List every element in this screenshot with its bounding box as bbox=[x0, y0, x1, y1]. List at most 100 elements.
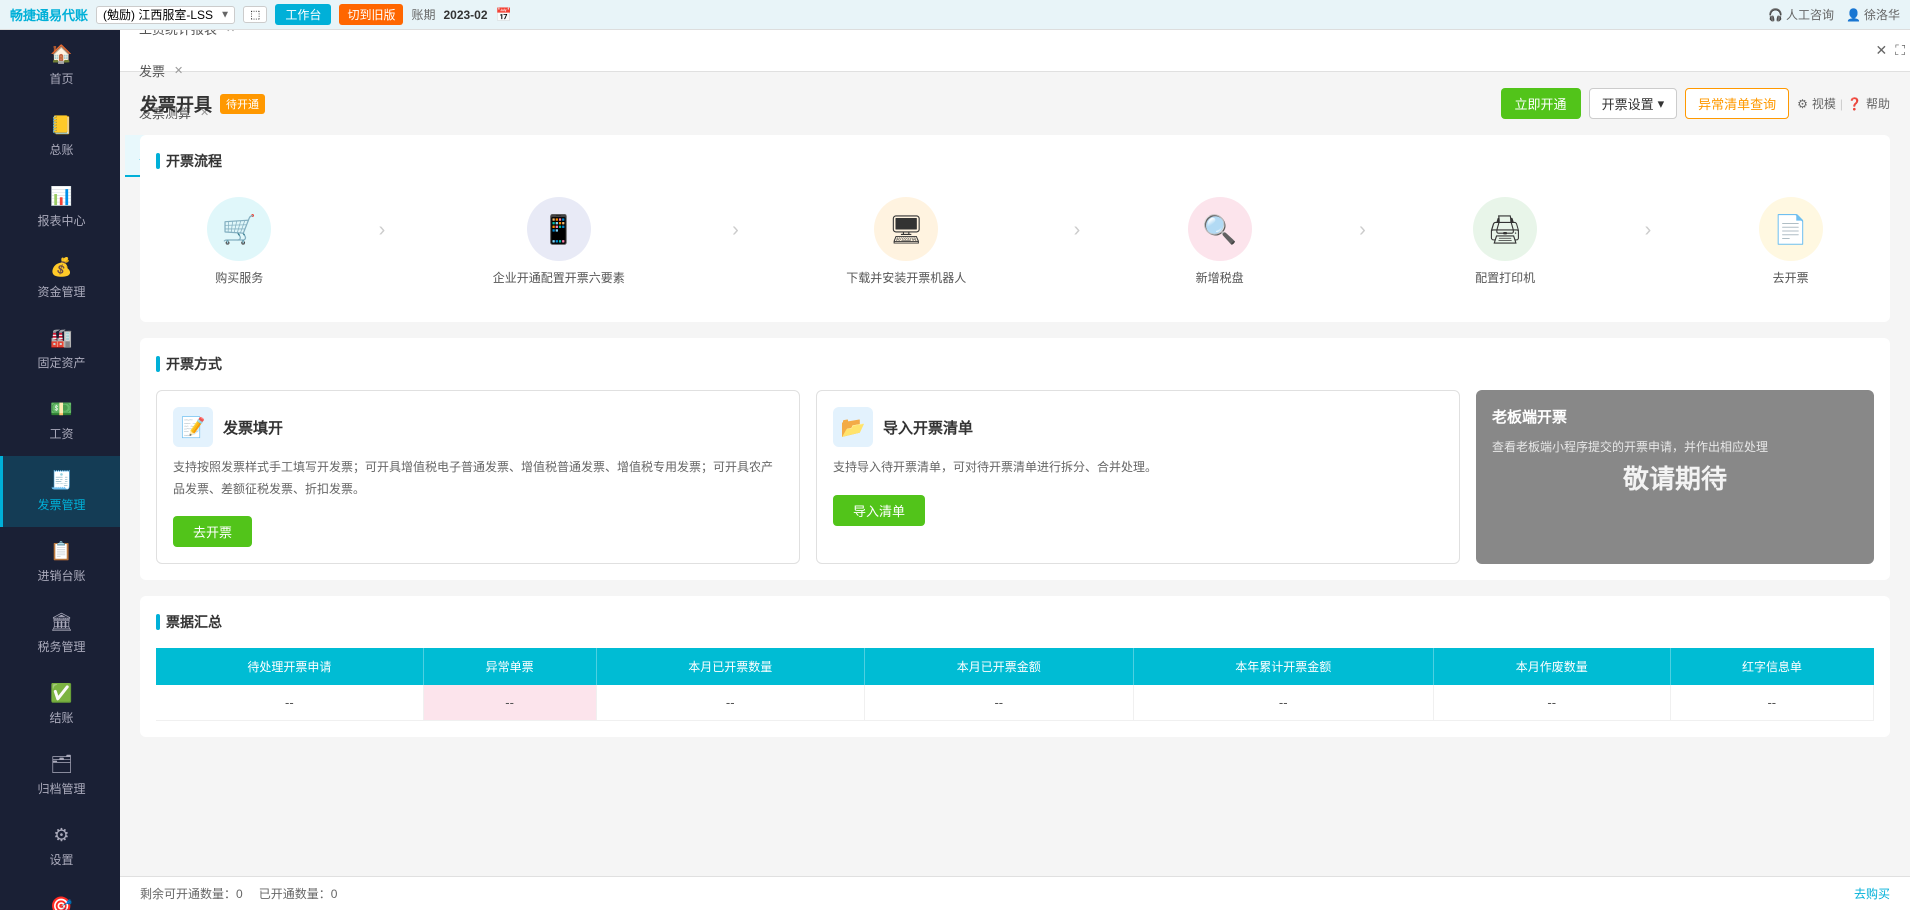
tab-close-payroll_report[interactable]: ✕ bbox=[226, 30, 235, 35]
sidebar-icon-reports: 📊 bbox=[50, 186, 72, 207]
page-title-wrap: 发票开具 待开通 bbox=[140, 91, 265, 117]
flow-step-printer[interactable]: 🖨 配置打印机 bbox=[1473, 197, 1537, 286]
sidebar-icon-funds: 💰 bbox=[50, 257, 72, 278]
old-version-button[interactable]: 切到旧版 bbox=[339, 4, 403, 25]
flow-step-icon-taxbox: 🔍 bbox=[1188, 197, 1252, 261]
summary-header: 本月已开票数量 bbox=[596, 648, 865, 685]
flow-step-label-buy: 购买服务 bbox=[215, 269, 263, 286]
service-button[interactable]: 🎧 人工咨询 bbox=[1768, 6, 1834, 23]
top-bar-left: 畅捷通易代账 (勉励) 江西服室-LSS ⬚ 工作台 切到旧版 账期 2023-… bbox=[10, 4, 512, 25]
flow-step-buy[interactable]: 🛒 购买服务 bbox=[207, 197, 271, 286]
page-header: 发票开具 待开通 立即开通 开票设置 ▾ 异常清单查询 ⚙ 视模 | ❓ bbox=[140, 88, 1890, 119]
sidebar-icon-archive: 🗂 bbox=[50, 754, 73, 775]
summary-header-row: 待处理开票申请异常单票本月已开票数量本月已开票金额本年累计开票金额本月作废数量红… bbox=[156, 648, 1874, 685]
tab-label-payroll_report: 工资统计报表 bbox=[139, 30, 217, 38]
flow-step-taxbox[interactable]: 🔍 新增税盘 bbox=[1188, 197, 1252, 286]
summary-header: 待处理开票申请 bbox=[156, 648, 423, 685]
top-bar-right: 🎧 人工咨询 👤 徐洛华 bbox=[1768, 6, 1900, 23]
close-tab-button[interactable]: ✕ bbox=[1875, 42, 1887, 59]
sidebar-item-purchase[interactable]: 📋进销台账 bbox=[0, 527, 120, 598]
avatar-icon: 👤 bbox=[1846, 8, 1861, 22]
summary-header: 本月作废数量 bbox=[1433, 648, 1670, 685]
abnormal-query-button[interactable]: 异常清单查询 bbox=[1685, 88, 1789, 119]
sidebar-item-payroll[interactable]: 💵工资 bbox=[0, 385, 120, 456]
sidebar-item-invoice[interactable]: 🧾 发票管理 bbox=[0, 456, 120, 527]
methods-section: 开票方式 📝 发票填开 支持按照发票样式手工填写开发票；可开具增值税电子普通发票… bbox=[140, 338, 1890, 580]
sidebar-item-funds[interactable]: 💰资金管理 bbox=[0, 243, 120, 314]
footer-remaining: 剩余可开通数量：0 bbox=[140, 885, 243, 902]
open-now-button[interactable]: 立即开通 bbox=[1501, 88, 1581, 119]
headset-icon: 🎧 bbox=[1768, 8, 1783, 22]
flow-step-icon-open_invoice: 📄 bbox=[1759, 197, 1823, 261]
method-card-old: 老板端开票 查看老板端小程序提交的开票申请，并作出相应处理 敬请期待 bbox=[1476, 390, 1874, 564]
sidebar-item-settings[interactable]: ⚙设置 bbox=[0, 811, 120, 882]
sidebar-label-invoice: 发票管理 bbox=[37, 496, 85, 513]
flow-section-title: 开票流程 bbox=[156, 151, 1874, 171]
sidebar: 🏠 首页 📒总账📊报表中心💰资金管理 🏭 固定资产 💵工资 🧾 发票管理 📋进销台账🏛税务管理✅… bbox=[0, 30, 120, 910]
manual-open-button[interactable]: 去开票 bbox=[173, 516, 252, 547]
flow-step-download[interactable]: 🖥 下载并安装开票机器人 bbox=[846, 197, 966, 286]
summary-cell-6: -- bbox=[1670, 685, 1873, 721]
sidebar-item-archive[interactable]: 🗂 归档管理 bbox=[0, 740, 120, 811]
app-logo: 畅捷通易代账 bbox=[10, 5, 88, 24]
flow-arrow-4: › bbox=[1645, 219, 1652, 242]
sidebar-label-archive: 归档管理 bbox=[37, 780, 85, 797]
sidebar-item-tax[interactable]: 🏛税务管理 bbox=[0, 598, 120, 669]
method-card-import: 📂 导入开票清单 支持导入待开票清单，可对待开票清单进行拆分、合并处理。 导入清… bbox=[816, 390, 1460, 564]
summary-cell-3: -- bbox=[865, 685, 1134, 721]
sidebar-icon-home: 🏠 bbox=[50, 44, 72, 65]
sidebar-label-assets: 固定资产 bbox=[37, 354, 85, 371]
company-select[interactable]: (勉励) 江西服室-LSS bbox=[96, 6, 235, 24]
footer-buy-link[interactable]: 去购买 bbox=[1854, 885, 1890, 902]
sidebar-item-reports[interactable]: 📊报表中心 bbox=[0, 172, 120, 243]
tab-payroll_report[interactable]: 工资统计报表 ✕ bbox=[125, 30, 249, 51]
sidebar-nav: 🏠 首页 📒总账📊报表中心💰资金管理 🏭 固定资产 💵工资 🧾 发票管理 📋进销台账🏛税务管理✅… bbox=[0, 30, 120, 910]
flow-step-label-enterprise: 企业开通配置开票六要素 bbox=[493, 269, 625, 286]
calendar-icon[interactable]: 📅 bbox=[496, 7, 512, 23]
content-area: 首页工资表✕工资统计报表✕发票✕发票测算✕发票开具✕ ✕ ⛶ 发票开具 待开通 … bbox=[120, 30, 1910, 910]
status-badge: 待开通 bbox=[220, 94, 265, 114]
company-selector-wrap: (勉励) 江西服室-LSS bbox=[96, 6, 235, 24]
tab-bar-actions: ✕ ⛶ bbox=[1875, 42, 1905, 59]
sidebar-icon-ledger: 📒 bbox=[50, 115, 72, 136]
user-menu[interactable]: 👤 徐洛华 bbox=[1846, 6, 1900, 23]
sidebar-icon-tax: 🏛 bbox=[50, 612, 73, 633]
open-settings-button[interactable]: 开票设置 ▾ bbox=[1589, 88, 1678, 119]
period-label: 账期 bbox=[411, 6, 435, 23]
sidebar-label-settings: 设置 bbox=[49, 851, 73, 868]
flow-step-icon-printer: 🖨 bbox=[1473, 197, 1537, 261]
summary-data-row: -------------- bbox=[156, 685, 1874, 721]
flow-step-icon-download: 🖥 bbox=[874, 197, 938, 261]
summary-cell-1: -- bbox=[423, 685, 596, 721]
flow-step-label-printer: 配置打印机 bbox=[1475, 269, 1535, 286]
import-open-button[interactable]: 导入清单 bbox=[833, 495, 925, 526]
sidebar-item-assets[interactable]: 🏭 固定资产 bbox=[0, 314, 120, 385]
sidebar-item-ledger[interactable]: 📒总账 bbox=[0, 101, 120, 172]
summary-table: 待处理开票申请异常单票本月已开票数量本月已开票金额本年累计开票金额本月作废数量红… bbox=[156, 648, 1874, 721]
manual-desc: 支持按照发票样式手工填写开发票；可开具增值税电子普通发票、增值税普通发票、增值税… bbox=[173, 457, 783, 500]
workbench-button[interactable]: 工作台 bbox=[275, 4, 331, 25]
summary-header: 异常单票 bbox=[423, 648, 596, 685]
tab-bar: 首页工资表✕工资统计报表✕发票✕发票测算✕发票开具✕ ✕ ⛶ bbox=[120, 30, 1910, 72]
sidebar-item-home[interactable]: 🏠 首页 bbox=[0, 30, 120, 101]
top-bar: 畅捷通易代账 (勉励) 江西服室-LSS ⬚ 工作台 切到旧版 账期 2023-… bbox=[0, 0, 1910, 30]
method-card-manual: 📝 发票填开 支持按照发票样式手工填写开发票；可开具增值税电子普通发票、增值税普… bbox=[156, 390, 800, 564]
footer-opened: 已开通数量：0 bbox=[259, 885, 338, 902]
summary-cell-0: -- bbox=[156, 685, 423, 721]
flow-step-enterprise[interactable]: 📱 企业开通配置开票六要素 bbox=[493, 197, 625, 286]
import-icon: 📂 bbox=[833, 407, 873, 447]
sidebar-label-payroll: 工资 bbox=[49, 425, 73, 442]
sidebar-label-home: 首页 bbox=[49, 70, 73, 87]
sidebar-item-guide[interactable]: 🎯新手引导 bbox=[0, 882, 120, 910]
flow-step-open_invoice[interactable]: 📄 去开票 bbox=[1759, 197, 1823, 286]
sidebar-icon-invoice: 🧾 bbox=[50, 470, 72, 491]
flow-step-icon-buy: 🛒 bbox=[207, 197, 271, 261]
restore-tab-button[interactable]: ⛶ bbox=[1895, 42, 1905, 59]
page-footer: 剩余可开通数量：0 已开通数量：0 去购买 bbox=[120, 876, 1910, 910]
sidebar-icon-assets: 🏭 bbox=[50, 328, 72, 349]
sidebar-label-settlement: 结账 bbox=[49, 709, 73, 726]
sidebar-item-settlement[interactable]: ✅结账 bbox=[0, 669, 120, 740]
copy-button[interactable]: ⬚ bbox=[243, 6, 267, 23]
header-actions: 立即开通 开票设置 ▾ 异常清单查询 ⚙ 视模 | ❓ 帮助 bbox=[1501, 88, 1890, 119]
method-card-manual-header: 📝 发票填开 bbox=[173, 407, 783, 447]
